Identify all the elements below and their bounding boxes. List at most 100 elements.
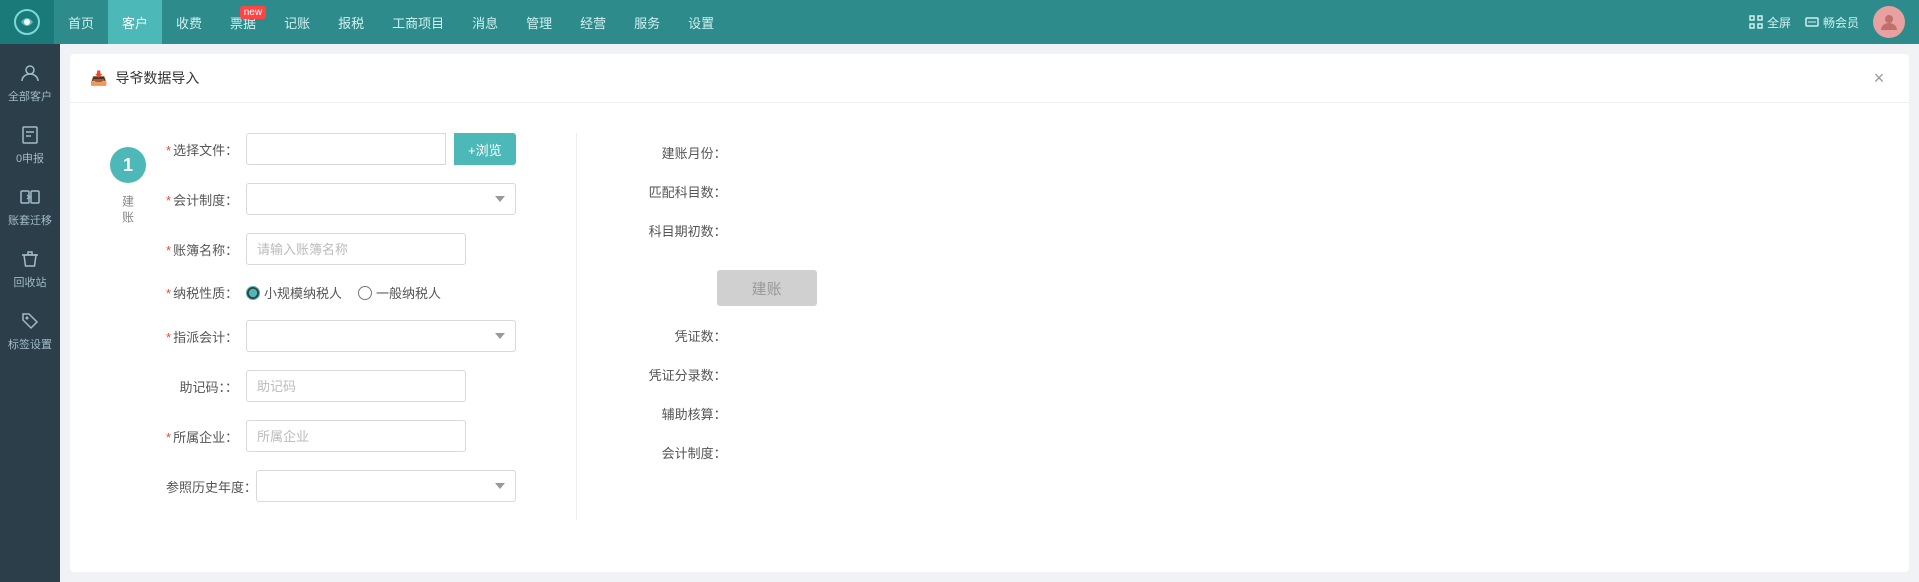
jianzh-month-value: [735, 145, 897, 161]
company-content: [246, 420, 516, 452]
content-area: 📥 导爷数据导入 × 1 建账: [60, 44, 1919, 582]
nav-item-记账[interactable]: 记账: [270, 0, 324, 44]
company-label: *所属企业：: [166, 427, 246, 446]
aux-accounting-value: [735, 406, 897, 422]
voucher-count-value: [735, 328, 897, 344]
match-subjects-label: 匹配科目数：: [637, 182, 727, 201]
aux-accounting-row: 辅助核算：: [637, 404, 897, 423]
nav-item-经营[interactable]: 经营: [566, 0, 620, 44]
step-indicator: 1: [110, 137, 146, 183]
tax-general-label[interactable]: 一般纳税人: [358, 283, 441, 302]
top-nav: 首页客户收费票据new记账报税工商项目消息管理经营服务设置 全屏 畅会员: [0, 0, 1919, 44]
accountant-label: *指派会计：: [166, 327, 246, 346]
history-year-row: 参照历史年度：: [166, 470, 516, 502]
voucher-entries-label: 凭证分录数：: [637, 365, 727, 384]
tax-type-row: *纳税性质： 小规模纳税人: [166, 283, 516, 302]
nav-item-票据[interactable]: 票据new: [216, 0, 270, 44]
accountant-row: *指派会计：: [166, 320, 516, 352]
close-button[interactable]: ×: [1865, 64, 1893, 92]
accountant-content: [246, 320, 516, 352]
nav-item-管理[interactable]: 管理: [512, 0, 566, 44]
memo-row: 助记码：：: [166, 370, 516, 402]
accounting-system-select[interactable]: [246, 183, 516, 215]
tax-type-content: 小规模纳税人 一般纳税人: [246, 283, 516, 302]
nav-item-工商项目[interactable]: 工商项目: [378, 0, 458, 44]
subject-init-label: 科目期初数：: [637, 221, 727, 240]
accounting-system-row: *会计制度：: [166, 183, 516, 215]
sidebar-item-all-customers[interactable]: 全部客户: [3, 54, 57, 112]
form-area: 1 建账 *选择文件：: [70, 103, 1909, 550]
match-subjects-value: [735, 184, 897, 200]
history-year-label: 参照历史年度：: [166, 477, 256, 496]
voucher-entries-row: 凭证分录数：: [637, 365, 897, 384]
jianzh-button[interactable]: 建账: [717, 270, 817, 306]
nav-badge-票据: new: [240, 6, 266, 19]
sidebar-item-recycle[interactable]: 回收站: [3, 240, 57, 298]
nav-items: 首页客户收费票据new记账报税工商项目消息管理经营服务设置: [54, 0, 1749, 44]
nav-item-设置[interactable]: 设置: [674, 0, 728, 44]
history-year-content: [256, 470, 516, 502]
file-input-group: +浏览: [246, 133, 516, 165]
tax-general-radio[interactable]: [358, 286, 372, 300]
memo-content: [246, 370, 516, 402]
app-logo[interactable]: [0, 0, 54, 44]
browse-button[interactable]: +浏览: [454, 133, 516, 165]
tax-small-scale-radio[interactable]: [246, 286, 260, 300]
memo-input[interactable]: [246, 370, 466, 402]
accounting-system-info-value: [735, 445, 897, 461]
accounting-system-info-row: 会计制度：: [637, 443, 897, 462]
tax-small-scale-label[interactable]: 小规模纳税人: [246, 283, 342, 302]
accounting-system-info-label: 会计制度：: [637, 443, 727, 462]
aux-accounting-label: 辅助核算：: [637, 404, 727, 423]
subject-init-value: [735, 223, 897, 239]
nav-right: 全屏 畅会员: [1749, 6, 1905, 38]
jianzh-btn-wrapper: 建账: [637, 260, 897, 306]
nav-item-服务[interactable]: 服务: [620, 0, 674, 44]
ledger-name-label: *账簿名称：: [166, 240, 246, 259]
jianzh-month-row: 建账月份：: [637, 143, 897, 162]
company-row: *所属企业：: [166, 420, 516, 452]
file-label: *选择文件：: [166, 140, 246, 159]
history-year-select[interactable]: [256, 470, 516, 502]
nav-item-消息[interactable]: 消息: [458, 0, 512, 44]
vertical-divider: [576, 133, 577, 520]
nav-item-收费[interactable]: 收费: [162, 0, 216, 44]
nav-item-报税[interactable]: 报税: [324, 0, 378, 44]
company-input[interactable]: [246, 420, 466, 452]
ledger-name-content: [246, 233, 516, 265]
ledger-name-input[interactable]: [246, 233, 466, 265]
step-label: 建账: [120, 195, 137, 227]
tax-type-label: *纳税性质：: [166, 283, 246, 302]
sidebar-item-tag-settings[interactable]: 标签设置: [3, 302, 57, 360]
memo-label: 助记码：：: [166, 377, 246, 396]
voucher-count-label: 凭证数：: [637, 326, 727, 345]
main-layout: 全部客户 0申报 账套迁移 回收站 标签设置 📥 导爷数据导入 ×: [0, 44, 1919, 582]
page-title: 导爷数据导入: [115, 68, 199, 88]
sidebar: 全部客户 0申报 账套迁移 回收站 标签设置: [0, 44, 60, 582]
tax-type-radio-group: 小规模纳税人 一般纳税人: [246, 283, 441, 302]
form-right: 建账月份： 匹配科目数： 科目期初数： 建账: [637, 133, 897, 520]
nav-item-首页[interactable]: 首页: [54, 0, 108, 44]
vip-btn[interactable]: 畅会员: [1805, 14, 1859, 31]
accounting-system-label: *会计制度：: [166, 190, 246, 209]
nav-item-客户[interactable]: 客户: [108, 0, 162, 44]
accounting-system-content: [246, 183, 516, 215]
sidebar-item-account-migration[interactable]: 账套迁移: [3, 178, 57, 236]
jianzh-month-label: 建账月份：: [637, 143, 727, 162]
accountant-select[interactable]: [246, 320, 516, 352]
page-header-icon: 📥: [90, 70, 107, 87]
subject-init-row: 科目期初数：: [637, 221, 897, 240]
sidebar-item-zero-report[interactable]: 0申报: [3, 116, 57, 174]
user-avatar[interactable]: [1873, 6, 1905, 38]
voucher-entries-value: [735, 367, 897, 383]
form-fields: *选择文件： +浏览 *会计制度：: [166, 133, 516, 520]
step-circle: 1: [110, 147, 146, 183]
page-container: 📥 导爷数据导入 × 1 建账: [70, 54, 1909, 572]
form-left: 1 建账 *选择文件：: [110, 133, 516, 520]
file-row: *选择文件： +浏览: [166, 133, 516, 165]
file-input[interactable]: [246, 133, 446, 165]
match-subjects-row: 匹配科目数：: [637, 182, 897, 201]
voucher-count-row: 凭证数：: [637, 326, 897, 345]
page-header: 📥 导爷数据导入 ×: [70, 54, 1909, 103]
fullscreen-btn[interactable]: 全屏: [1749, 14, 1791, 31]
